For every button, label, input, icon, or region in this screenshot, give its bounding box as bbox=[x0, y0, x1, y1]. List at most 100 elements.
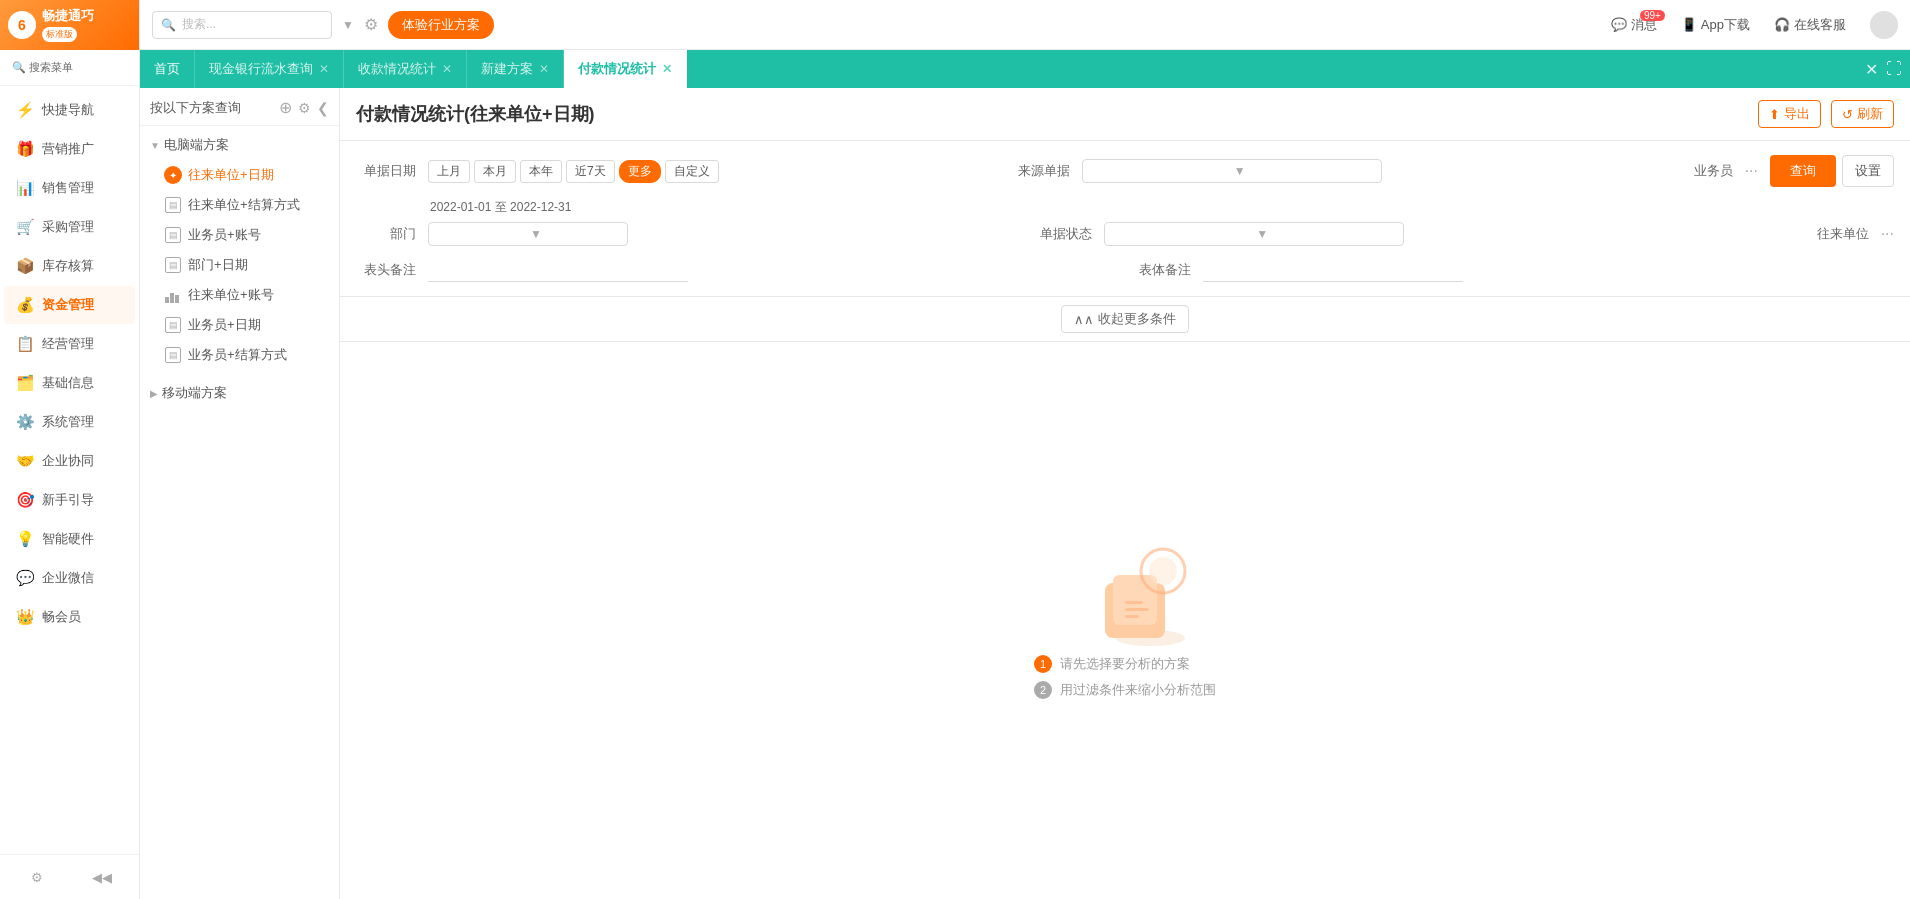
tab-expand-btn[interactable]: ⛶ bbox=[1886, 60, 1902, 78]
plan-item-counterpart-date-label: 往来单位+日期 bbox=[188, 166, 274, 184]
sidebar-footer: ⚙ ◀◀ bbox=[0, 854, 139, 899]
plan-item-counterpart-payment-label: 往来单位+结算方式 bbox=[188, 196, 300, 214]
plan-item-counterpart-date[interactable]: ✦ 往来单位+日期 bbox=[140, 160, 339, 190]
sidebar-item-wechat[interactable]: 💬 企业微信 bbox=[4, 559, 135, 597]
note-body-input[interactable] bbox=[1203, 258, 1463, 282]
sidebar-item-member[interactable]: 👑 畅会员 bbox=[4, 598, 135, 636]
tab-payment-stat-close[interactable]: ✕ bbox=[442, 62, 452, 76]
brand-name: 畅捷通巧 bbox=[42, 8, 94, 25]
corp-icon: 🤝 bbox=[16, 452, 34, 470]
plan-group-mobile-label: 移动端方案 bbox=[162, 384, 227, 402]
operation-icon: 📋 bbox=[16, 335, 34, 353]
step-num-2: 2 bbox=[1034, 681, 1052, 699]
sidebar-item-hardware[interactable]: 💡 智能硬件 bbox=[4, 520, 135, 558]
plan-group-desktop-header[interactable]: ▼ 电脑端方案 bbox=[140, 130, 339, 160]
trial-btn[interactable]: 体验行业方案 bbox=[388, 11, 494, 39]
doc-status-filter-label: 单据状态 bbox=[1032, 225, 1092, 243]
plan-item-icon-square-5: ▤ bbox=[164, 346, 182, 364]
sidebar-item-marketing[interactable]: 🎁 营销推广 bbox=[4, 130, 135, 168]
sidebar-item-inventory[interactable]: 📦 库存核算 bbox=[4, 247, 135, 285]
guide-icon: 🎯 bbox=[16, 491, 34, 509]
sidebar: 6 畅捷通巧 标准版 🔍 搜索菜单 ⚡ 快捷导航 🎁 营销推广 📊 销售管理 🛒… bbox=[0, 0, 140, 899]
counterpart-filter-dots[interactable]: ··· bbox=[1881, 225, 1894, 243]
settings-btn[interactable]: 设置 bbox=[1842, 155, 1894, 187]
export-btn[interactable]: ⬆ 导出 bbox=[1758, 100, 1821, 128]
note-body-label: 表体备注 bbox=[1131, 261, 1191, 279]
plan-collapse-btn[interactable]: ❮ bbox=[317, 100, 329, 116]
refresh-btn[interactable]: ↺ 刷新 bbox=[1831, 100, 1894, 128]
note-header-input[interactable] bbox=[428, 258, 688, 282]
main-area: 🔍 搜索... ▼ ⚙ 体验行业方案 💬 消息 99+ 📱 App下载 🎧 在线… bbox=[140, 0, 1910, 899]
hardware-icon: 💡 bbox=[16, 530, 34, 548]
plan-item-staff-payment[interactable]: ▤ 业务员+结算方式 bbox=[140, 340, 339, 370]
date-btn-custom[interactable]: 自定义 bbox=[665, 160, 719, 183]
date-btn-more[interactable]: 更多 bbox=[619, 160, 661, 183]
sidebar-item-sales[interactable]: 📊 销售管理 bbox=[4, 169, 135, 207]
tab-payment-stat[interactable]: 收款情况统计 ✕ bbox=[344, 50, 467, 88]
sidebar-item-quicknav[interactable]: ⚡ 快捷导航 bbox=[4, 91, 135, 129]
sidebar-item-system[interactable]: ⚙️ 系统管理 bbox=[4, 403, 135, 441]
date-btn-last-7[interactable]: 近7天 bbox=[566, 160, 615, 183]
tab-pay-stat[interactable]: 付款情况统计 ✕ bbox=[564, 50, 687, 88]
filter-row-3: 表头备注 表体备注 bbox=[356, 258, 1894, 282]
tab-bank[interactable]: 现金银行流水查询 ✕ bbox=[195, 50, 344, 88]
tab-close-all-btn[interactable]: ✕ bbox=[1865, 60, 1878, 79]
source-select[interactable]: ▼ bbox=[1082, 159, 1382, 183]
date-btn-this-month[interactable]: 本月 bbox=[474, 160, 516, 183]
brand-edition: 标准版 bbox=[42, 27, 77, 42]
topbar-dropdown-arrow[interactable]: ▼ bbox=[342, 18, 354, 32]
sidebar-collapse-btn[interactable]: ◀◀ bbox=[74, 863, 132, 891]
tab-home[interactable]: 首页 bbox=[140, 50, 195, 88]
plan-item-counterpart-account-label: 往来单位+账号 bbox=[188, 286, 274, 304]
dept-filter-label: 部门 bbox=[356, 225, 416, 243]
plan-item-dept-date[interactable]: ▤ 部门+日期 bbox=[140, 250, 339, 280]
sidebar-item-guide[interactable]: 🎯 新手引导 bbox=[4, 481, 135, 519]
tab-pay-stat-close[interactable]: ✕ bbox=[662, 62, 672, 76]
topbar-search[interactable]: 🔍 搜索... bbox=[152, 11, 332, 39]
brand-logo: 6 bbox=[8, 11, 36, 39]
sidebar-settings-btn[interactable]: ⚙ bbox=[8, 863, 66, 891]
user-avatar[interactable] bbox=[1870, 11, 1898, 39]
plan-item-counterpart-account[interactable]: 往来单位+账号 bbox=[140, 280, 339, 310]
plan-item-staff-date-label: 业务员+日期 bbox=[188, 316, 261, 334]
plan-item-staff-account[interactable]: ▤ 业务员+账号 bbox=[140, 220, 339, 250]
topbar-app[interactable]: 📱 App下载 bbox=[1681, 16, 1750, 34]
doc-status-select[interactable]: ▼ bbox=[1104, 222, 1404, 246]
staff-filter-dots[interactable]: ··· bbox=[1745, 162, 1758, 180]
left-panel-title: 按以下方案查询 bbox=[150, 99, 241, 117]
dept-select[interactable]: ▼ bbox=[428, 222, 628, 246]
topbar: 🔍 搜索... ▼ ⚙ 体验行业方案 💬 消息 99+ 📱 App下载 🎧 在线… bbox=[140, 0, 1910, 50]
collapse-arrow-icon: ∧∧ bbox=[1074, 312, 1094, 327]
plan-item-counterpart-payment[interactable]: ▤ 往来单位+结算方式 bbox=[140, 190, 339, 220]
search-menu-btn[interactable]: 🔍 搜索菜单 bbox=[8, 56, 131, 79]
sidebar-item-finance[interactable]: 💰 资金管理 bbox=[4, 286, 135, 324]
sidebar-item-member-label: 畅会员 bbox=[42, 608, 81, 626]
topbar-gear-icon[interactable]: ⚙ bbox=[364, 15, 378, 34]
collapse-conditions-btn[interactable]: ∧∧ 收起更多条件 bbox=[1061, 305, 1189, 333]
plan-item-icon-square-1: ▤ bbox=[164, 196, 182, 214]
date-btn-this-year[interactable]: 本年 bbox=[520, 160, 562, 183]
tab-new-plan[interactable]: 新建方案 ✕ bbox=[467, 50, 564, 88]
sidebar-item-operation[interactable]: 📋 经营管理 bbox=[4, 325, 135, 363]
empty-step-2-text: 用过滤条件来缩小分析范围 bbox=[1060, 681, 1216, 699]
plan-settings-btn[interactable]: ⚙ bbox=[298, 100, 311, 116]
sidebar-item-corp[interactable]: 🤝 企业协同 bbox=[4, 442, 135, 480]
tab-new-plan-close[interactable]: ✕ bbox=[539, 62, 549, 76]
query-btn[interactable]: 查询 bbox=[1770, 155, 1836, 187]
sidebar-item-purchase[interactable]: 🛒 采购管理 bbox=[4, 208, 135, 246]
left-panel: 按以下方案查询 ⊕ ⚙ ❮ ▼ 电脑端方案 ✦ 往来单位+日期 bbox=[140, 88, 340, 899]
plan-group-desktop-label: 电脑端方案 bbox=[164, 136, 229, 154]
plan-item-staff-date[interactable]: ▤ 业务员+日期 bbox=[140, 310, 339, 340]
add-plan-btn[interactable]: ⊕ bbox=[279, 98, 292, 117]
topbar-service[interactable]: 🎧 在线客服 bbox=[1774, 16, 1846, 34]
tab-bank-close[interactable]: ✕ bbox=[319, 62, 329, 76]
topbar-msg[interactable]: 💬 消息 99+ bbox=[1611, 16, 1657, 34]
plan-item-icon-square-3: ▤ bbox=[164, 256, 182, 274]
filter-row-2: 部门 ▼ 单据状态 ▼ 往来单位 ··· bbox=[356, 222, 1894, 246]
refresh-icon: ↺ bbox=[1842, 107, 1853, 122]
sidebar-item-basic[interactable]: 🗂️ 基础信息 bbox=[4, 364, 135, 402]
source-select-arrow: ▼ bbox=[1234, 164, 1373, 178]
search-menu-label: 搜索菜单 bbox=[29, 60, 73, 75]
plan-group-mobile-header[interactable]: ▶ 移动端方案 bbox=[140, 378, 339, 408]
date-btn-last-month[interactable]: 上月 bbox=[428, 160, 470, 183]
